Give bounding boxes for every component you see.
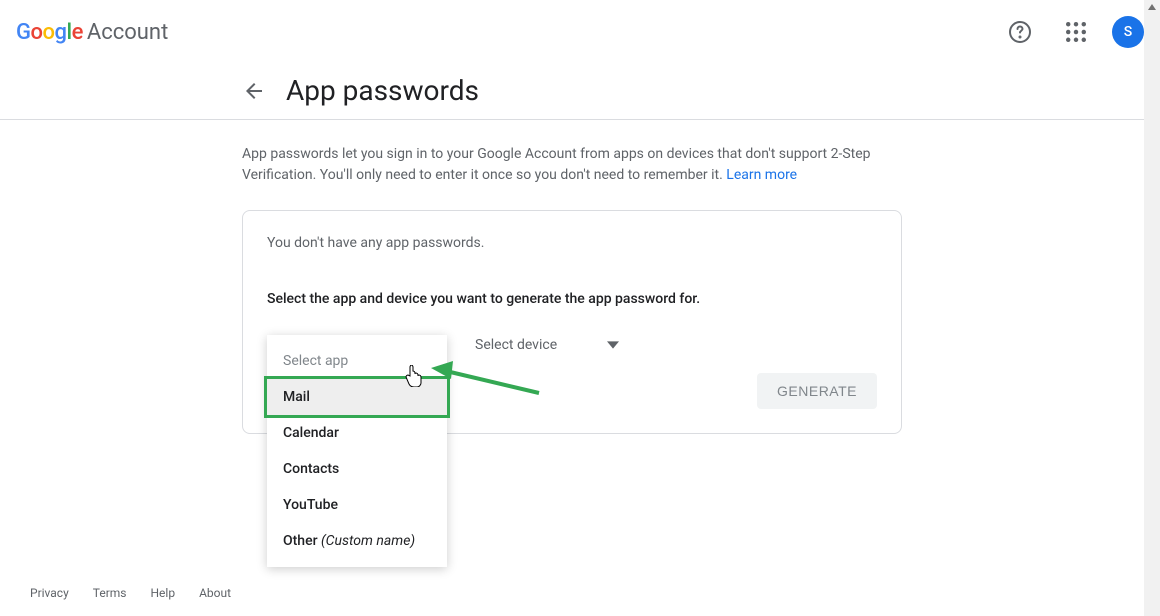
page-title: App passwords xyxy=(286,74,479,107)
main-content: App passwords App passwords let you sign… xyxy=(242,64,902,434)
header: Google Account S xyxy=(0,0,1160,64)
apps-grid-icon[interactable] xyxy=(1056,12,1096,52)
dropdown-item-youtube[interactable]: YouTube xyxy=(267,487,447,523)
dropdown-item-calendar[interactable]: Calendar xyxy=(267,415,447,451)
dropdown-item-other[interactable]: Other (Custom name) xyxy=(267,523,447,559)
header-actions: S xyxy=(1000,12,1144,52)
google-account-logo[interactable]: Google Account xyxy=(16,20,168,45)
select-prompt-text: Select the app and device you want to ge… xyxy=(267,291,877,307)
footer-about-link[interactable]: About xyxy=(199,586,231,600)
dropdown-select-app-label: Select app xyxy=(267,343,447,379)
learn-more-link[interactable]: Learn more xyxy=(726,167,797,183)
no-passwords-text: You don't have any app passwords. xyxy=(267,235,877,251)
chevron-down-icon xyxy=(607,339,619,351)
select-app-dropdown-menu: Select app Mail Calendar Contacts YouTub… xyxy=(267,335,447,567)
footer-terms-link[interactable]: Terms xyxy=(93,586,127,600)
title-row: App passwords xyxy=(242,74,902,107)
footer-privacy-link[interactable]: Privacy xyxy=(30,586,69,600)
app-passwords-panel: You don't have any app passwords. Select… xyxy=(242,210,902,434)
help-icon[interactable] xyxy=(1000,12,1040,52)
footer: Privacy Terms Help About xyxy=(30,586,231,600)
back-button[interactable] xyxy=(242,79,266,103)
dropdown-item-mail[interactable]: Mail xyxy=(264,376,450,418)
page-description: App passwords let you sign in to your Go… xyxy=(242,144,892,186)
avatar-letter: S xyxy=(1124,24,1132,40)
select-device-dropdown[interactable]: Select device xyxy=(475,327,619,363)
divider xyxy=(0,119,1160,120)
scrollbar-track[interactable] xyxy=(1144,0,1160,616)
generate-button[interactable]: GENERATE xyxy=(757,373,877,409)
select-device-label: Select device xyxy=(475,337,557,353)
scroll-up-icon[interactable] xyxy=(1147,2,1157,12)
dropdown-item-contacts[interactable]: Contacts xyxy=(267,451,447,487)
google-logo: Google xyxy=(16,20,83,45)
avatar[interactable]: S xyxy=(1112,16,1144,48)
account-label: Account xyxy=(87,20,168,45)
footer-help-link[interactable]: Help xyxy=(151,586,176,600)
